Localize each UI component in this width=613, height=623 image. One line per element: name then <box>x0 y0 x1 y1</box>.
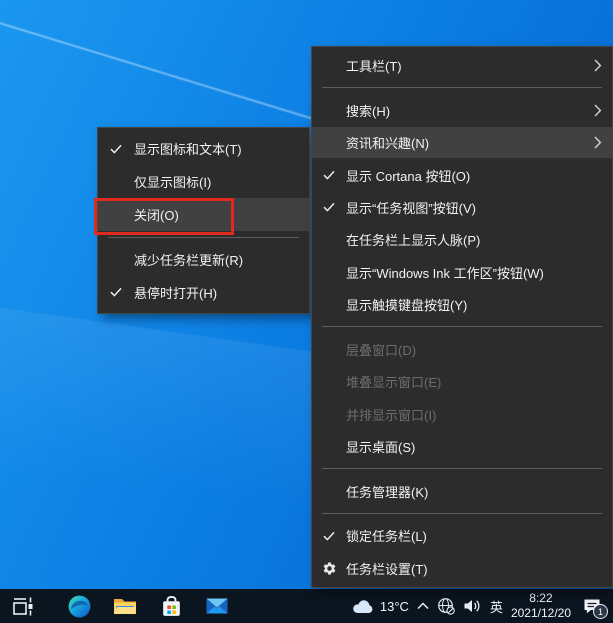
submenu-item-label: 仅显示图标(I) <box>134 172 303 191</box>
submenu-item-icon-only[interactable]: 仅显示图标(I) <box>98 165 309 198</box>
chevron-right-icon <box>594 59 602 72</box>
menu-item-label: 资讯和兴趣(N) <box>346 133 594 152</box>
desktop: 显示图标和文本(T) 仅显示图标(I) 关闭(O) 减少任务栏更新(R) 悬停时… <box>0 0 613 623</box>
file-explorer-icon <box>112 593 138 619</box>
date-label: 2021/12/20 <box>511 606 571 621</box>
menu-item-show-cortana-button[interactable]: 显示 Cortana 按钮(O) <box>312 160 612 191</box>
chevron-right-icon <box>594 104 602 117</box>
submenu-item-open-on-hover[interactable]: 悬停时打开(H) <box>98 276 309 309</box>
taskbar-app-edge[interactable] <box>56 589 102 623</box>
show-hidden-icons-button[interactable] <box>417 602 429 610</box>
menu-item-show-touch-keyboard-button[interactable]: 显示触摸键盘按钮(Y) <box>312 289 612 320</box>
taskbar-clock[interactable]: 8:22 2021/12/20 <box>511 591 571 621</box>
checkmark-icon <box>312 170 346 180</box>
chevron-right-icon <box>594 136 602 149</box>
menu-item-show-desktop[interactable]: 显示桌面(S) <box>312 431 612 462</box>
menu-separator <box>322 87 602 88</box>
menu-item-label: 工具栏(T) <box>346 56 594 75</box>
menu-separator <box>322 513 602 514</box>
weather-widget[interactable]: 13°C <box>351 598 409 614</box>
menu-item-show-windows-ink-workspace-button[interactable]: 显示“Windows Ink 工作区”按钮(W) <box>312 257 612 288</box>
gear-icon <box>312 561 346 576</box>
menu-item-cascade-windows: 层叠窗口(D) <box>312 334 612 365</box>
taskbar: 13°C <box>0 589 613 623</box>
menu-item-label: 堆叠显示窗口(E) <box>346 372 606 391</box>
task-view-icon <box>11 595 34 618</box>
menu-item-taskbar-settings[interactable]: 任务栏设置(T) <box>312 553 612 584</box>
submenu-item-label: 减少任务栏更新(R) <box>134 250 303 269</box>
taskbar-app-mail[interactable] <box>194 589 240 623</box>
menu-item-search[interactable]: 搜索(H) <box>312 95 612 126</box>
menu-separator <box>108 237 299 238</box>
menu-item-show-windows-stacked: 堆叠显示窗口(E) <box>312 366 612 397</box>
annotation-highlight-box <box>94 198 234 235</box>
menu-item-label: 锁定任务栏(L) <box>346 526 606 545</box>
submenu-item-reduce-taskbar-updates[interactable]: 减少任务栏更新(R) <box>98 243 309 276</box>
globe-no-internet-icon <box>437 597 455 615</box>
task-view-button[interactable] <box>0 589 44 623</box>
menu-item-label: 显示触摸键盘按钮(Y) <box>346 295 606 314</box>
menu-item-show-people-on-taskbar[interactable]: 在任务栏上显示人脉(P) <box>312 224 612 255</box>
menu-item-label: 显示 Cortana 按钮(O) <box>346 166 606 185</box>
input-method-indicator[interactable]: 英 <box>490 597 503 616</box>
checkmark-icon <box>312 531 346 541</box>
taskbar-app-file-explorer[interactable] <box>102 589 148 623</box>
menu-item-label: 搜索(H) <box>346 101 594 120</box>
menu-item-label: 任务栏设置(T) <box>346 559 606 578</box>
microsoft-store-icon <box>159 594 184 619</box>
time-label: 8:22 <box>529 591 552 606</box>
cloud-icon <box>351 598 375 614</box>
menu-item-show-task-view-button[interactable]: 显示“任务视图”按钮(V) <box>312 192 612 223</box>
menu-item-label: 任务管理器(K) <box>346 482 606 501</box>
speaker-icon <box>463 598 482 614</box>
menu-item-label: 并排显示窗口(I) <box>346 405 606 424</box>
menu-item-label: 层叠窗口(D) <box>346 340 606 359</box>
menu-item-toolbars[interactable]: 工具栏(T) <box>312 50 612 81</box>
submenu-item-show-icon-and-text[interactable]: 显示图标和文本(T) <box>98 132 309 165</box>
checkmark-icon <box>98 144 134 154</box>
taskbar-context-menu: 工具栏(T) 搜索(H) 资讯和兴趣(N) 显示 Cortana 按钮(O) <box>311 46 613 588</box>
volume-button[interactable] <box>463 598 482 614</box>
menu-item-lock-taskbar[interactable]: 锁定任务栏(L) <box>312 520 612 551</box>
mail-icon <box>204 593 230 619</box>
network-status-button[interactable] <box>437 597 455 615</box>
submenu-item-label: 悬停时打开(H) <box>134 283 303 302</box>
menu-item-label: 显示“Windows Ink 工作区”按钮(W) <box>346 263 606 282</box>
submenu-item-label: 显示图标和文本(T) <box>134 139 303 158</box>
checkmark-icon <box>98 287 134 297</box>
notification-count-badge: 1 <box>593 604 608 619</box>
menu-item-task-manager[interactable]: 任务管理器(K) <box>312 476 612 507</box>
menu-separator <box>322 326 602 327</box>
menu-item-label: 显示桌面(S) <box>346 437 606 456</box>
menu-item-news-and-interests[interactable]: 资讯和兴趣(N) <box>312 127 612 158</box>
menu-item-label: 在任务栏上显示人脉(P) <box>346 230 606 249</box>
menu-item-show-windows-side-by-side: 并排显示窗口(I) <box>312 399 612 430</box>
taskbar-app-store[interactable] <box>148 589 194 623</box>
menu-item-label: 显示“任务视图”按钮(V) <box>346 198 606 217</box>
system-tray: 13°C <box>351 589 613 623</box>
checkmark-icon <box>312 202 346 212</box>
notification-center-button[interactable]: 1 <box>579 593 605 619</box>
menu-separator <box>322 468 602 469</box>
chevron-up-icon <box>417 602 429 610</box>
temperature-label: 13°C <box>380 599 409 614</box>
edge-icon <box>67 594 92 619</box>
